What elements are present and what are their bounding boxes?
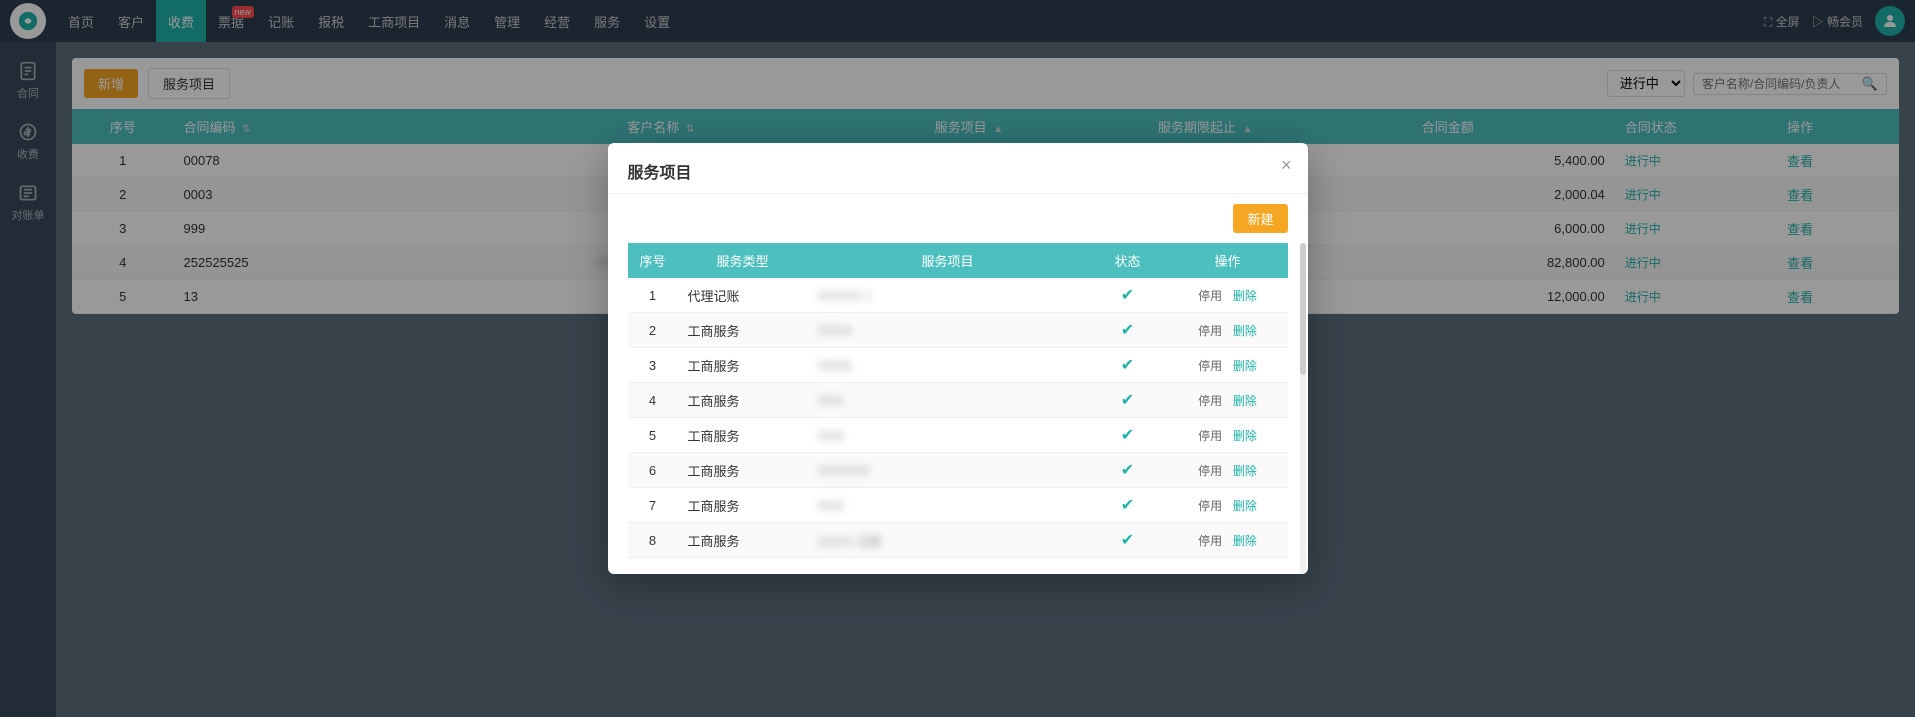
modal-cell-seq: 3 bbox=[628, 348, 678, 383]
delete-button[interactable]: 删除 bbox=[1233, 357, 1257, 374]
modal-overlay[interactable]: 服务项目 × 新建 序号 服务类型 服务项目 状态 bbox=[56, 42, 1915, 717]
modal-cell-seq: 2 bbox=[628, 313, 678, 348]
stop-button[interactable]: 停用 bbox=[1198, 532, 1222, 549]
stop-button[interactable]: 停用 bbox=[1198, 427, 1222, 444]
scroll-track bbox=[1300, 243, 1306, 574]
modal-new-button[interactable]: 新建 bbox=[1233, 204, 1287, 233]
stop-button[interactable]: 停用 bbox=[1198, 462, 1222, 479]
status-check-icon: ✔ bbox=[1121, 427, 1134, 444]
modal-cell-seq: 1 bbox=[628, 278, 678, 313]
modal-th-item: 服务项目 bbox=[808, 243, 1088, 278]
modal-cell-seq: 7 bbox=[628, 488, 678, 523]
modal-cell-seq: 4 bbox=[628, 383, 678, 418]
stop-button[interactable]: 停用 bbox=[1198, 287, 1222, 304]
modal-cell-status: ✔ bbox=[1088, 278, 1168, 313]
modal-cell-seq: 5 bbox=[628, 418, 678, 453]
delete-button[interactable]: 删除 bbox=[1233, 497, 1257, 514]
modal-cell-status: ✔ bbox=[1088, 453, 1168, 488]
delete-button[interactable]: 删除 bbox=[1233, 392, 1257, 409]
modal-cell-item: XXXX bbox=[808, 313, 1088, 348]
status-check-icon: ✔ bbox=[1121, 287, 1134, 304]
modal-cell-item: XXXXX 1 bbox=[808, 278, 1088, 313]
modal-body: 序号 服务类型 服务项目 状态 操作 1 代理记账 XXXXX 1 ✔ 停用 删… bbox=[608, 243, 1308, 574]
modal-cell-type: 工商服务 bbox=[678, 523, 808, 558]
modal-cell-status: ✔ bbox=[1088, 383, 1168, 418]
modal-cell-item: XXXX 注册 bbox=[808, 523, 1088, 558]
status-check-icon: ✔ bbox=[1121, 357, 1134, 374]
modal-cell-status: ✔ bbox=[1088, 418, 1168, 453]
status-check-icon: ✔ bbox=[1121, 322, 1134, 339]
delete-button[interactable]: 删除 bbox=[1233, 427, 1257, 444]
modal-table-row: 8 工商服务 XXXX 注册 ✔ 停用 删除 bbox=[628, 523, 1288, 558]
modal-cell-type: 工商服务 bbox=[678, 383, 808, 418]
modal-cell-item: XXX bbox=[808, 488, 1088, 523]
main-layout: 合同 收费 对账单 bbox=[0, 42, 1915, 717]
modal-cell-action: 停用 删除 bbox=[1168, 418, 1288, 453]
modal-cell-action: 停用 删除 bbox=[1168, 278, 1288, 313]
modal-cell-action: 停用 删除 bbox=[1168, 523, 1288, 558]
modal-cell-action: 停用 删除 bbox=[1168, 348, 1288, 383]
modal-cell-type: 工商服务 bbox=[678, 313, 808, 348]
modal-cell-status: ✔ bbox=[1088, 313, 1168, 348]
stop-button[interactable]: 停用 bbox=[1198, 497, 1222, 514]
modal-table-row: 2 工商服务 XXXX ✔ 停用 删除 bbox=[628, 313, 1288, 348]
modal-cell-item: XXXX bbox=[808, 348, 1088, 383]
modal-th-seq: 序号 bbox=[628, 243, 678, 278]
scroll-thumb[interactable] bbox=[1300, 243, 1306, 375]
modal-close-button[interactable]: × bbox=[1281, 155, 1292, 176]
modal-cell-status: ✔ bbox=[1088, 523, 1168, 558]
delete-button[interactable]: 删除 bbox=[1233, 287, 1257, 304]
modal-table-row: 7 工商服务 XXX ✔ 停用 删除 bbox=[628, 488, 1288, 523]
modal-cell-type: 工商服务 bbox=[678, 348, 808, 383]
modal-cell-item: XXXXXX bbox=[808, 453, 1088, 488]
modal-th-status: 状态 bbox=[1088, 243, 1168, 278]
modal-cell-action: 停用 删除 bbox=[1168, 313, 1288, 348]
modal-cell-type: 工商服务 bbox=[678, 488, 808, 523]
stop-button[interactable]: 停用 bbox=[1198, 322, 1222, 339]
modal-cell-item: XXX bbox=[808, 383, 1088, 418]
modal-th-type: 服务类型 bbox=[678, 243, 808, 278]
modal-table-row: 4 工商服务 XXX ✔ 停用 删除 bbox=[628, 383, 1288, 418]
modal-th-action: 操作 bbox=[1168, 243, 1288, 278]
modal-service-table: 序号 服务类型 服务项目 状态 操作 1 代理记账 XXXXX 1 ✔ 停用 删… bbox=[628, 243, 1288, 558]
modal-toolbar: 新建 bbox=[608, 194, 1308, 243]
stop-button[interactable]: 停用 bbox=[1198, 392, 1222, 409]
modal-table-row: 6 工商服务 XXXXXX ✔ 停用 删除 bbox=[628, 453, 1288, 488]
status-check-icon: ✔ bbox=[1121, 462, 1134, 479]
modal-cell-action: 停用 删除 bbox=[1168, 383, 1288, 418]
modal-title: 服务项目 bbox=[608, 143, 1308, 194]
modal-table-row: 1 代理记账 XXXXX 1 ✔ 停用 删除 bbox=[628, 278, 1288, 313]
main-content: 新增 服务项目 进行中 已完成 已终止 🔍 bbox=[56, 42, 1915, 717]
modal-cell-type: 工商服务 bbox=[678, 453, 808, 488]
modal-cell-item: XXX bbox=[808, 418, 1088, 453]
delete-button[interactable]: 删除 bbox=[1233, 322, 1257, 339]
delete-button[interactable]: 删除 bbox=[1233, 532, 1257, 549]
modal-cell-seq: 6 bbox=[628, 453, 678, 488]
modal-table-row: 5 工商服务 XXX ✔ 停用 删除 bbox=[628, 418, 1288, 453]
modal-cell-status: ✔ bbox=[1088, 348, 1168, 383]
modal-cell-type: 代理记账 bbox=[678, 278, 808, 313]
status-check-icon: ✔ bbox=[1121, 497, 1134, 514]
modal-cell-status: ✔ bbox=[1088, 488, 1168, 523]
modal-cell-seq: 8 bbox=[628, 523, 678, 558]
status-check-icon: ✔ bbox=[1121, 532, 1134, 549]
modal-table-row: 3 工商服务 XXXX ✔ 停用 删除 bbox=[628, 348, 1288, 383]
delete-button[interactable]: 删除 bbox=[1233, 462, 1257, 479]
stop-button[interactable]: 停用 bbox=[1198, 357, 1222, 374]
modal-cell-action: 停用 删除 bbox=[1168, 453, 1288, 488]
modal-cell-action: 停用 删除 bbox=[1168, 488, 1288, 523]
status-check-icon: ✔ bbox=[1121, 392, 1134, 409]
modal-cell-type: 工商服务 bbox=[678, 418, 808, 453]
service-modal: 服务项目 × 新建 序号 服务类型 服务项目 状态 bbox=[608, 143, 1308, 574]
